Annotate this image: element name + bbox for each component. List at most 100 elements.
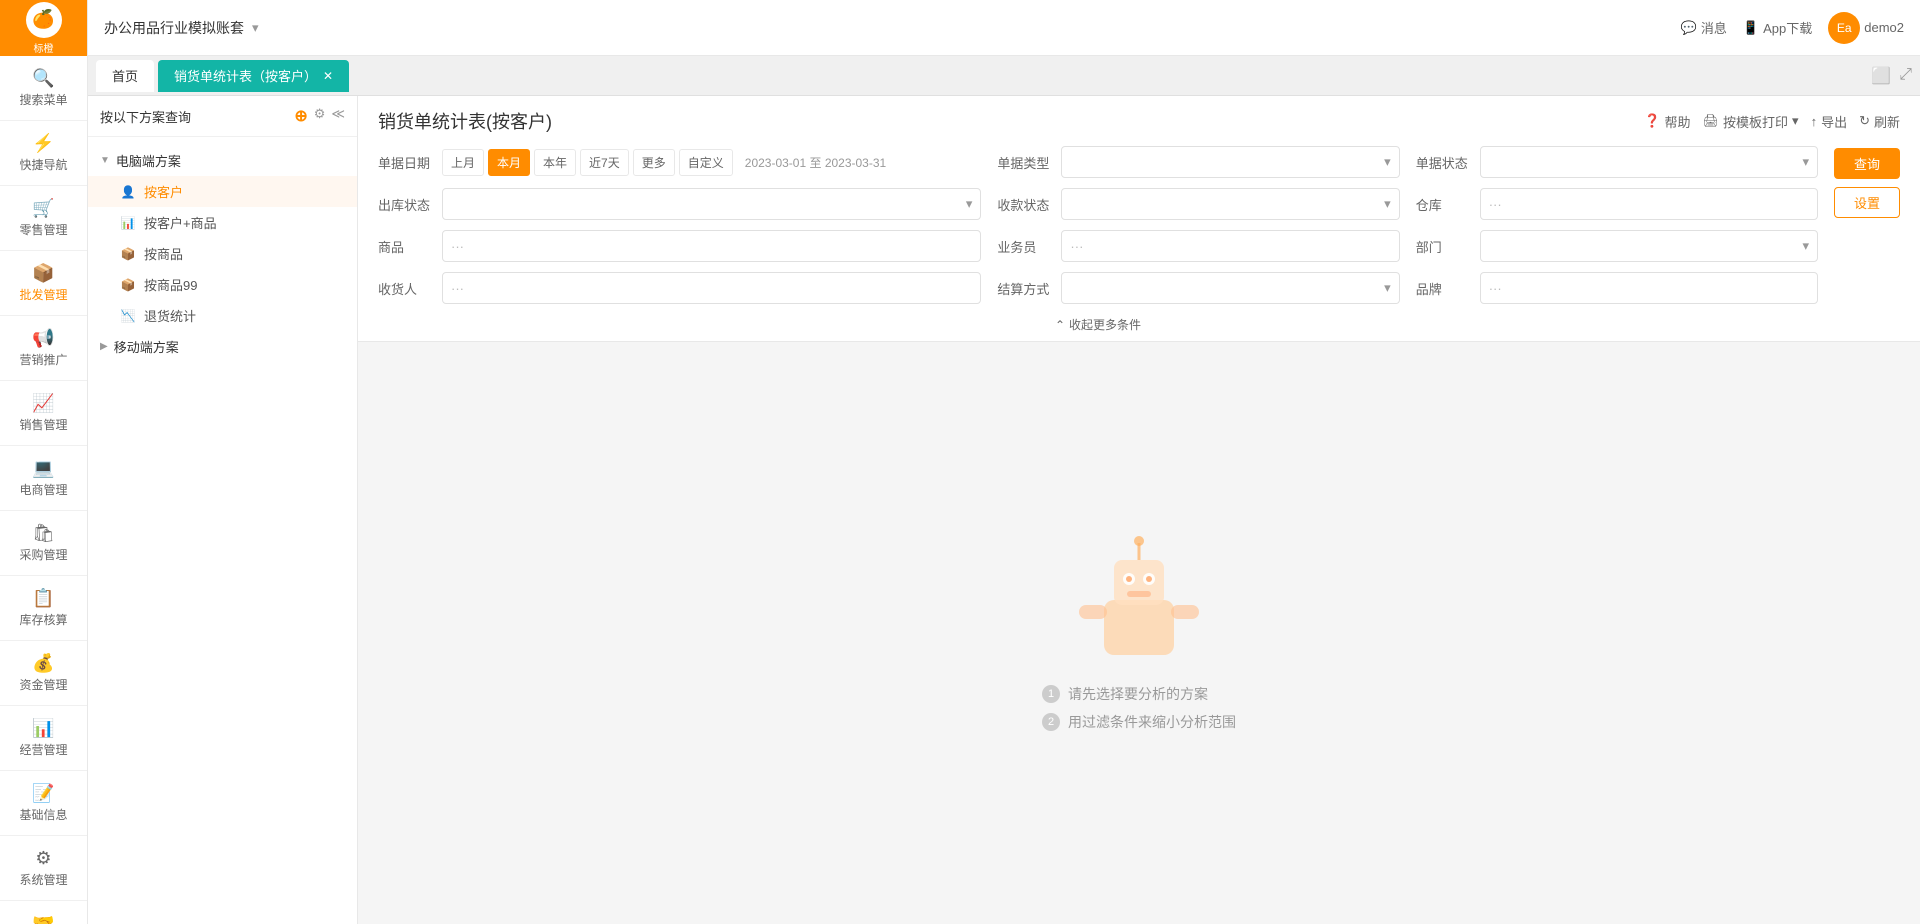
tab-sales-stats[interactable]: 销货单统计表（按客户） ✕ (158, 60, 349, 92)
logo-text: 标橙 (34, 40, 54, 55)
filter-row-1: 单据日期 上月 本月 本年 近7天 更多 自定义 2023-03-01 至 20… (378, 146, 1818, 178)
scheme-item-by-goods[interactable]: 📦 按商品 (88, 238, 357, 269)
doc-status-select[interactable]: ▾ (1480, 146, 1818, 178)
payment-select[interactable]: ▾ (1061, 272, 1399, 304)
wholesale-icon: 📦 (0, 263, 87, 284)
sidebar-item-wholesale-label: 批发管理 (0, 286, 87, 303)
scheme-group-mobile-title[interactable]: ▶ 移动端方案 (88, 331, 357, 362)
doc-type-arrow: ▾ (1384, 154, 1391, 170)
sales-icon: 📈 (0, 393, 87, 414)
sidebar-item-operations-label: 经营管理 (0, 741, 87, 758)
date-buttons: 上月 本月 本年 近7天 更多 自定义 2023-03-01 至 2023-03… (442, 149, 981, 176)
messages-btn[interactable]: 💬 消息 (1681, 18, 1727, 37)
date-btn-last-7[interactable]: 近7天 (580, 149, 629, 176)
collapse-btn[interactable]: ⌃ 收起更多条件 (378, 308, 1818, 341)
receipt-status-select[interactable]: ▾ (1061, 188, 1399, 220)
tab-minimize-icon[interactable]: ⬜ (1871, 66, 1891, 86)
settings-scheme-btn[interactable]: ⚙ (314, 106, 326, 126)
app-suite-title: 办公用品行业模拟账套 (104, 18, 244, 38)
print-btn[interactable]: 🖨 按模板打印 ▾ (1703, 112, 1799, 131)
warehouse-input[interactable]: ··· (1480, 188, 1818, 220)
date-btn-this-year[interactable]: 本年 (534, 149, 576, 176)
refresh-btn[interactable]: ↻ 刷新 (1859, 112, 1900, 131)
date-btn-more[interactable]: 更多 (633, 149, 675, 176)
tab-close-btn[interactable]: ✕ (323, 69, 333, 83)
sidebar-item-search[interactable]: 🔍 搜索菜单 (0, 56, 87, 121)
sidebar-item-purchase[interactable]: 🛍 采购管理 (0, 511, 87, 576)
consignee-input[interactable]: ··· (442, 272, 981, 304)
empty-tip-1: 1 请先选择要分析的方案 (1042, 684, 1236, 704)
sidebar-item-inventory[interactable]: 📋 库存核算 (0, 576, 87, 641)
department-select[interactable]: ▾ (1480, 230, 1818, 262)
header-right: 💬 消息 📱 App下载 Ea demo2 (1681, 12, 1904, 44)
action-row: 单据日期 上月 本月 本年 近7天 更多 自定义 2023-03-01 至 20… (378, 146, 1900, 341)
refresh-icon: ↻ (1859, 113, 1870, 129)
add-scheme-btn[interactable]: ⊕ (294, 106, 307, 126)
help-btn[interactable]: ❓ 帮助 (1644, 112, 1690, 131)
filter-row-2: 出库状态 ▾ 收款状态 (378, 188, 1818, 220)
sidebar-item-system-label: 系统管理 (0, 871, 87, 888)
filter-date: 单据日期 上月 本月 本年 近7天 更多 自定义 2023-03-01 至 20… (378, 149, 981, 176)
date-btn-this-month[interactable]: 本月 (488, 149, 530, 176)
sidebar-item-ecommerce-label: 电商管理 (0, 481, 87, 498)
tip-num-2: 2 (1042, 713, 1060, 731)
app-header: 办公用品行业模拟账套 ▾ 💬 消息 📱 App下载 Ea demo2 (88, 0, 1920, 56)
desktop-group-arrow: ▼ (100, 155, 110, 166)
user-menu[interactable]: Ea demo2 (1828, 12, 1904, 44)
brand-input[interactable]: ··· (1480, 272, 1818, 304)
sidebar-item-ecommerce[interactable]: 💻 电商管理 (0, 446, 87, 511)
sidebar-menu: 🔍 搜索菜单 ⚡ 快捷导航 🛒 零售管理 📦 批发管理 📢 营销推广 📈 销售管… (0, 56, 87, 924)
goods-input[interactable]: ··· (442, 230, 981, 262)
right-content: 销货单统计表(按客户) ❓ 帮助 🖨 按模板打印 ▾ ↑ (358, 96, 1920, 924)
print-dropdown-icon: ▾ (1792, 113, 1799, 129)
scheme-header: 按以下方案查询 ⊕ ⚙ ≪ (88, 96, 357, 137)
date-range: 2023-03-01 至 2023-03-31 (745, 154, 886, 171)
scheme-item-by-customer-goods[interactable]: 📊 按客户+商品 (88, 207, 357, 238)
header-dropdown-icon[interactable]: ▾ (252, 20, 259, 36)
sidebar-item-basics[interactable]: 📝 基础信息 (0, 771, 87, 836)
sidebar-item-operations[interactable]: 📊 经营管理 (0, 706, 87, 771)
retail-icon: 🛒 (0, 198, 87, 219)
content-area: 按以下方案查询 ⊕ ⚙ ≪ ▼ 电脑端方案 👤 按客户 (88, 96, 1920, 924)
tab-maximize-icon[interactable]: ⤢ (1899, 66, 1912, 86)
query-buttons: 查询 设置 (1818, 148, 1900, 218)
scheme-group-desktop-title[interactable]: ▼ 电脑端方案 (88, 145, 357, 176)
settings-btn[interactable]: 设置 (1834, 187, 1900, 218)
collapse-label: 收起更多条件 (1069, 316, 1141, 333)
department-label: 部门 (1416, 237, 1472, 256)
scheme-item-return-stats[interactable]: 📉 退货统计 (88, 300, 357, 331)
sidebar-item-enterprise[interactable]: 🤝 企业协同 (0, 901, 87, 924)
scheme-item-by-customer-goods-label: 按客户+商品 (144, 213, 217, 232)
collapse-scheme-btn[interactable]: ≪ (331, 106, 345, 126)
export-btn[interactable]: ↑ 导出 (1811, 112, 1848, 131)
sidebar-item-system[interactable]: ⚙ 系统管理 (0, 836, 87, 901)
main-area: 办公用品行业模拟账套 ▾ 💬 消息 📱 App下载 Ea demo2 首页 销货… (88, 0, 1920, 924)
basics-icon: 📝 (0, 783, 87, 804)
date-btn-custom[interactable]: 自定义 (679, 149, 733, 176)
payment-label: 结算方式 (997, 279, 1053, 298)
receipt-status-arrow: ▾ (1384, 196, 1391, 212)
query-btn[interactable]: 查询 (1834, 148, 1900, 179)
tab-home[interactable]: 首页 (96, 60, 154, 92)
operations-icon: 📊 (0, 718, 87, 739)
ecommerce-icon: 💻 (0, 458, 87, 479)
search-icon: 🔍 (0, 68, 87, 89)
out-status-select[interactable]: ▾ (442, 188, 981, 220)
sidebar-item-sales[interactable]: 📈 销售管理 (0, 381, 87, 446)
receipt-status-label: 收款状态 (997, 195, 1053, 214)
date-btn-last-month[interactable]: 上月 (442, 149, 484, 176)
empty-illustration (1069, 535, 1209, 668)
sidebar: 🍊 标橙 🔍 搜索菜单 ⚡ 快捷导航 🛒 零售管理 📦 批发管理 📢 营销推广 … (0, 0, 88, 924)
system-icon: ⚙ (0, 848, 87, 869)
sidebar-item-finance[interactable]: 💰 资金管理 (0, 641, 87, 706)
scheme-item-by-customer[interactable]: 👤 按客户 (88, 176, 357, 207)
sidebar-item-retail[interactable]: 🛒 零售管理 (0, 186, 87, 251)
sidebar-item-marketing[interactable]: 📢 营销推广 (0, 316, 87, 381)
purchase-icon: 🛍 (0, 523, 87, 544)
sidebar-item-wholesale[interactable]: 📦 批发管理 (0, 251, 87, 316)
app-download-btn[interactable]: 📱 App下载 (1743, 18, 1812, 37)
sidebar-item-quick-nav[interactable]: ⚡ 快捷导航 (0, 121, 87, 186)
salesperson-input[interactable]: ··· (1061, 230, 1399, 262)
scheme-item-by-goods-99[interactable]: 📦 按商品99 (88, 269, 357, 300)
doc-type-select[interactable]: ▾ (1061, 146, 1399, 178)
